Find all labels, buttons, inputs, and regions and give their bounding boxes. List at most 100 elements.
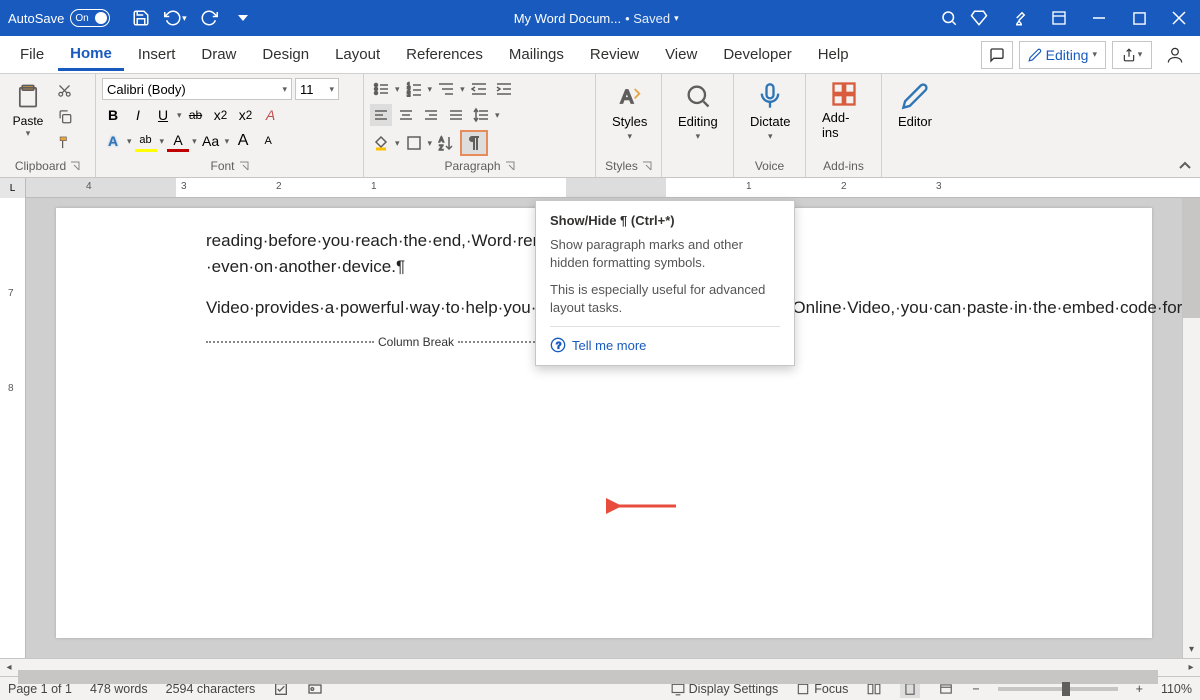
paragraph-dialog-launcher[interactable]	[505, 161, 515, 171]
align-left-button[interactable]	[370, 104, 392, 126]
tab-layout[interactable]: Layout	[323, 40, 392, 69]
text-effects-button[interactable]: A	[102, 130, 124, 152]
change-case-button[interactable]: Aa	[200, 130, 222, 152]
tab-mailings[interactable]: Mailings	[497, 40, 576, 69]
justify-button[interactable]	[445, 104, 467, 126]
tooltip-tell-me-more[interactable]: ? Tell me more	[550, 326, 780, 353]
font-size-dropdown[interactable]: 11▾	[295, 78, 339, 100]
zoom-slider[interactable]	[998, 687, 1118, 691]
show-hide-button[interactable]	[460, 130, 488, 156]
tab-design[interactable]: Design	[250, 40, 321, 69]
editor-button[interactable]: Editor	[888, 76, 942, 133]
bullets-button[interactable]	[370, 78, 392, 100]
vertical-ruler[interactable]: 7 8	[0, 198, 26, 658]
ruler-corner: L	[0, 178, 26, 198]
decrease-indent-button[interactable]	[468, 78, 490, 100]
scroll-left-button[interactable]: ◂	[0, 662, 18, 673]
share-button[interactable]: ▾	[1112, 41, 1152, 69]
editing-mode-label: Editing	[1046, 47, 1089, 63]
tab-home[interactable]: Home	[58, 39, 124, 71]
collapse-ribbon-icon[interactable]	[1178, 159, 1192, 173]
tooltip-body-2: This is especially useful for advanced l…	[550, 281, 780, 316]
clipboard-dialog-launcher[interactable]	[70, 161, 80, 171]
zoom-in-button[interactable]: +	[1136, 682, 1143, 696]
vertical-scrollbar[interactable]: ▴ ▾	[1182, 198, 1200, 658]
font-group-label: Font	[210, 159, 234, 173]
focus-mode[interactable]: Focus	[796, 682, 848, 696]
account-icon[interactable]	[1162, 42, 1188, 68]
dictate-button[interactable]: Dictate▾	[740, 76, 800, 146]
web-layout-icon[interactable]	[938, 682, 954, 696]
align-right-button[interactable]	[420, 104, 442, 126]
highlight-button[interactable]: ab	[135, 130, 157, 152]
horizontal-scroll-thumb[interactable]	[18, 670, 1158, 684]
paste-button[interactable]: Paste ▾	[6, 76, 50, 139]
format-painter-icon[interactable]	[54, 132, 74, 152]
align-center-button[interactable]	[395, 104, 417, 126]
undo-icon[interactable]: ▾	[162, 5, 188, 31]
editing-mode-button[interactable]: Editing ▾	[1019, 41, 1106, 69]
borders-button[interactable]	[403, 132, 425, 154]
tab-review[interactable]: Review	[578, 40, 651, 69]
multilevel-list-button[interactable]	[435, 78, 457, 100]
editing-group-button[interactable]: Editing▾	[668, 76, 728, 146]
tab-draw[interactable]: Draw	[189, 40, 248, 69]
styles-button[interactable]: A Styles▾	[602, 76, 657, 146]
zoom-out-button[interactable]: −	[972, 682, 979, 696]
horizontal-ruler[interactable]: 4 3 2 1 1 2 3	[26, 178, 1200, 198]
column-break-label: Column Break	[374, 335, 458, 349]
tab-file[interactable]: File	[8, 40, 56, 69]
tab-references[interactable]: References	[394, 40, 495, 69]
save-status: • Saved	[625, 11, 670, 26]
grow-font-button[interactable]: A	[232, 130, 254, 152]
vertical-scroll-thumb[interactable]	[1183, 198, 1200, 318]
title-dropdown-icon[interactable]: ▾	[674, 13, 679, 24]
font-color-button[interactable]: A	[167, 130, 189, 152]
strikethrough-button[interactable]: ab	[185, 104, 207, 126]
styles-dialog-launcher[interactable]	[642, 161, 652, 171]
qat-dropdown-icon[interactable]	[230, 5, 256, 31]
maximize-icon[interactable]	[1126, 5, 1152, 31]
ribbon-display-icon[interactable]	[1046, 5, 1072, 31]
bold-button[interactable]: B	[102, 104, 124, 126]
line-spacing-button[interactable]	[470, 104, 492, 126]
addins-button[interactable]: Add-ins	[812, 76, 875, 144]
cut-icon[interactable]	[54, 80, 74, 100]
copy-icon[interactable]	[54, 106, 74, 126]
comments-button[interactable]	[981, 41, 1013, 69]
shading-button[interactable]	[370, 132, 392, 154]
italic-button[interactable]: I	[127, 104, 149, 126]
search-icon[interactable]	[936, 5, 962, 31]
font-name-dropdown[interactable]: Calibri (Body)▾	[102, 78, 292, 100]
increase-indent-button[interactable]	[493, 78, 515, 100]
zoom-level[interactable]: 110%	[1161, 682, 1192, 696]
minimize-icon[interactable]	[1086, 5, 1112, 31]
clear-formatting-button[interactable]: A	[260, 104, 282, 126]
numbering-button[interactable]: 123	[403, 78, 425, 100]
page-status[interactable]: Page 1 of 1	[8, 682, 72, 696]
shrink-font-button[interactable]: A	[257, 130, 279, 152]
horizontal-scrollbar[interactable]: ◂ ▸	[0, 658, 1200, 676]
word-count[interactable]: 478 words	[90, 682, 148, 696]
underline-button[interactable]: U	[152, 104, 174, 126]
font-dialog-launcher[interactable]	[239, 161, 249, 171]
tab-view[interactable]: View	[653, 40, 709, 69]
display-settings[interactable]: Display Settings	[671, 682, 779, 696]
subscript-button[interactable]: x2	[210, 104, 232, 126]
save-icon[interactable]	[128, 5, 154, 31]
scroll-down-button[interactable]: ▾	[1183, 640, 1200, 658]
tab-help[interactable]: Help	[806, 40, 861, 69]
char-count[interactable]: 2594 characters	[166, 682, 256, 696]
diamond-icon[interactable]	[966, 5, 992, 31]
tab-insert[interactable]: Insert	[126, 40, 188, 69]
redo-icon[interactable]	[196, 5, 222, 31]
tab-developer[interactable]: Developer	[711, 40, 803, 69]
dictate-label: Dictate	[750, 114, 790, 129]
close-icon[interactable]	[1166, 5, 1192, 31]
autosave-toggle[interactable]: On	[70, 9, 110, 27]
sort-button[interactable]: AZ	[435, 132, 457, 154]
brush-icon[interactable]	[1006, 5, 1032, 31]
read-mode-icon[interactable]	[866, 682, 882, 696]
superscript-button[interactable]: x2	[235, 104, 257, 126]
scroll-right-button[interactable]: ▸	[1182, 662, 1200, 673]
